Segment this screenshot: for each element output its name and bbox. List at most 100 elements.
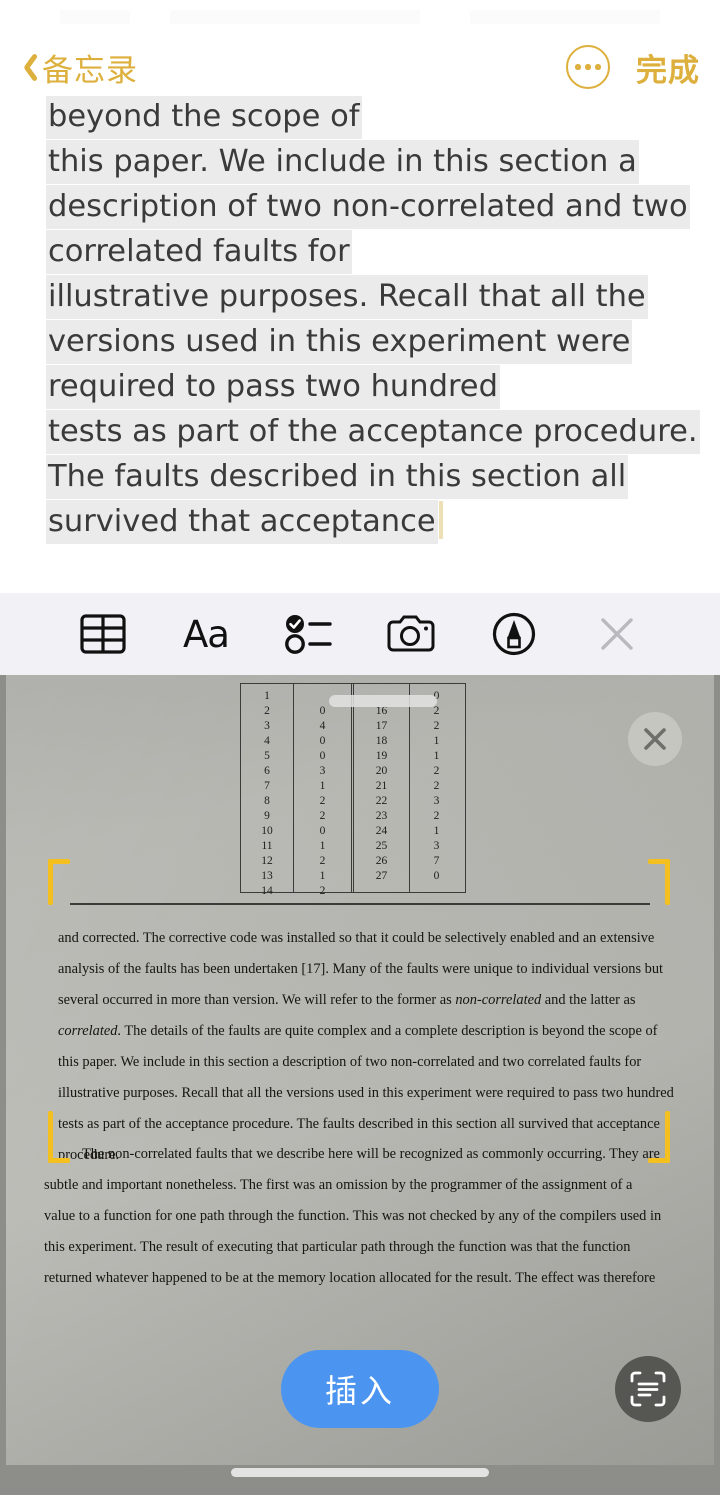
markup-pen-icon[interactable] <box>484 606 544 662</box>
table-cell: 1 <box>319 840 326 852</box>
dot <box>595 64 601 70</box>
table-cell: 4 <box>319 720 326 732</box>
home-indicator <box>231 1468 489 1477</box>
close-icon[interactable] <box>587 606 647 662</box>
italic-term: non-correlated <box>455 992 542 1008</box>
table-cell: 2 <box>433 705 440 717</box>
table-cell: 2 <box>433 720 440 732</box>
scanned-line: returned whatever happened to be at the … <box>44 1270 656 1286</box>
scanned-page: 1 2 3 4 5 6 7 8 9 10 11 12 13 14 0400312201212 16 17 18… <box>6 675 714 1465</box>
table-cell: 27 <box>375 870 388 882</box>
table-cell: 3 <box>433 795 440 807</box>
table-cell: 7 <box>433 855 440 867</box>
table-cell: 14 <box>261 885 273 897</box>
table-cell: 12 <box>261 855 273 867</box>
scroll-indicator <box>329 695 437 707</box>
scanned-line: subtle and important nonetheless. The fi… <box>44 1177 633 1193</box>
insert-button-label: 插入 <box>324 1372 395 1410</box>
note-line: beyond the scope of <box>46 96 700 139</box>
back-button[interactable]: 备忘录 <box>14 42 138 92</box>
note-text-block: beyond the scope of this paper. We inclu… <box>46 96 700 544</box>
table-cell: 2 <box>433 765 440 777</box>
table-cell: 21 <box>375 780 388 792</box>
table-cell: 0 <box>319 705 326 717</box>
table-icon[interactable] <box>73 606 133 662</box>
dot <box>585 64 591 70</box>
table-cell: 20 <box>375 765 388 777</box>
table-column-right-value: 0221122321370 <box>409 684 463 892</box>
table-cell: 1 <box>433 735 440 747</box>
italic-term: correlated <box>58 1023 118 1039</box>
notes-app-screen: 备忘录 完成 beyond the scope of this paper. W… <box>0 0 720 1495</box>
status-bar-time <box>60 10 130 24</box>
chevron-left-icon <box>14 50 34 84</box>
note-line: required to pass two hundred <box>46 364 700 409</box>
scanned-line: this paper. We include in this section a… <box>58 1054 642 1070</box>
scanned-line: illustrative purposes. Recall that all t… <box>58 1085 674 1101</box>
table-cell: 2 <box>433 810 440 822</box>
table-cell: 2 <box>433 780 440 792</box>
selection-handle-top-left[interactable] <box>48 859 70 905</box>
table-cell: 0 <box>319 750 326 762</box>
table-cell: 8 <box>264 795 270 807</box>
table-cell: 6 <box>264 765 270 777</box>
table-cell: 0 <box>319 825 326 837</box>
done-button[interactable]: 完成 <box>636 45 700 90</box>
table-cell: 0 <box>433 870 440 882</box>
scanned-line: analysis of the faults has been undertak… <box>58 961 664 977</box>
scanned-line: several occurred in more than version. W… <box>58 992 636 1008</box>
dot <box>575 64 581 70</box>
table-cell: 26 <box>375 855 388 867</box>
scanned-line: correlated. The details of the faults ar… <box>58 1023 658 1039</box>
navigation-bar: 备忘录 完成 <box>0 36 720 98</box>
table-cell: 7 <box>264 780 270 792</box>
table-cell: 22 <box>375 795 388 807</box>
navigation-bar-actions: 完成 <box>566 42 700 92</box>
scanned-paragraph-1: and corrected. The corrective code was i… <box>58 923 674 1171</box>
table-cell: 0 <box>319 735 326 747</box>
table-cell: 2 <box>319 855 326 867</box>
note-line: versions used in this experiment were <box>46 319 700 364</box>
table-column-left-index: 1 2 3 4 5 6 7 8 9 10 11 12 13 14 <box>241 684 293 897</box>
insert-button[interactable]: 插入 <box>281 1350 439 1428</box>
back-button-label: 备忘录 <box>42 52 138 89</box>
note-line: correlated faults for <box>46 229 700 274</box>
scanned-line: tests as part of the acceptance procedur… <box>58 1116 660 1132</box>
table-column-left-value: 0 4 0 0 3 1 2 2 0 1 2 1 2 <box>293 684 351 897</box>
text-caret <box>438 501 443 539</box>
status-bar <box>0 0 720 36</box>
table-cell: 1 <box>433 750 440 762</box>
table-cell: 24 <box>375 825 388 837</box>
table-cell: 1 <box>319 870 326 882</box>
table-cell: 18 <box>375 735 388 747</box>
format-toolbar: Aa <box>0 593 720 675</box>
ellipsis-circle-icon[interactable] <box>566 45 610 89</box>
text-format-icon[interactable]: Aa <box>176 606 236 662</box>
close-circle-icon[interactable] <box>628 712 682 766</box>
table-cell: 10 <box>261 825 273 837</box>
scanned-table: 1 2 3 4 5 6 7 8 9 10 11 12 13 14 0400312201212 16 17 18… <box>240 683 466 897</box>
scanned-line: value to a function for one path through… <box>44 1208 662 1224</box>
camera-icon[interactable] <box>381 606 441 662</box>
table-cell: 11 <box>261 840 273 852</box>
table-cell: 17 <box>375 720 388 732</box>
scanned-line: and corrected. The corrective code was i… <box>58 930 655 946</box>
note-line: description of two non-correlated and tw… <box>46 184 700 229</box>
live-text-scan-icon[interactable] <box>615 1356 681 1422</box>
table-cell: 1 <box>264 690 270 702</box>
table-column-right-index: 16 17 18 19 20 21 22 23 24 25 26 27 <box>351 684 409 892</box>
table-cell: 9 <box>264 810 270 822</box>
table-cell: 5 <box>264 750 270 762</box>
table-cell: 23 <box>375 810 388 822</box>
note-editor[interactable]: beyond the scope of this paper. We inclu… <box>0 96 720 591</box>
checklist-icon[interactable] <box>279 606 339 662</box>
table-cell: 4 <box>264 735 270 747</box>
scanned-paragraph-2: The non-correlated faults that we descri… <box>44 1139 661 1294</box>
status-bar-center <box>170 10 420 24</box>
note-line: illustrative purposes. Recall that all t… <box>46 274 700 319</box>
selection-handle-top-right[interactable] <box>648 859 670 905</box>
scanned-line: this experiment. The result of executing… <box>44 1239 631 1255</box>
table-cell: 1 <box>433 825 440 837</box>
scanned-line: The non-correlated faults that we descri… <box>82 1146 660 1162</box>
table-cell: 2 <box>319 885 326 897</box>
